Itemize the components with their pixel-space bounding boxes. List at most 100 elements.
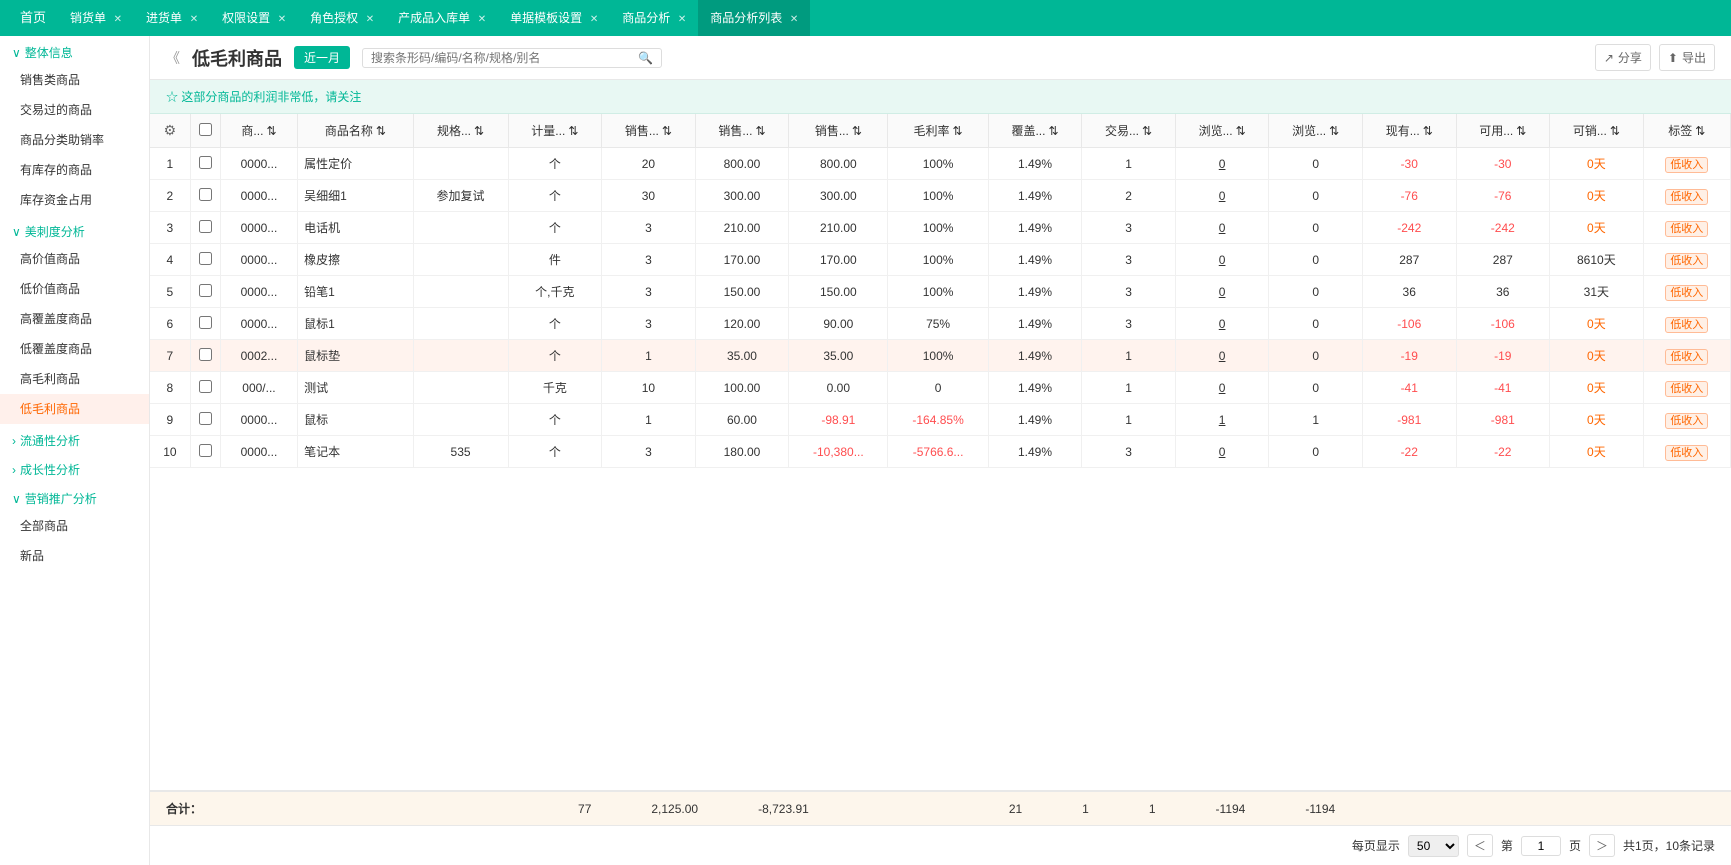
sidebar-collapse-button[interactable]: 《 <box>166 48 180 68</box>
sidebar-item-sales-products[interactable]: 销售类商品 <box>0 65 149 95</box>
col-settings-icon[interactable]: ⚙ <box>164 122 177 138</box>
row-checkbox-9[interactable] <box>199 444 212 457</box>
nav-sales[interactable]: 销货单 ✕ <box>58 0 134 36</box>
cell-view1[interactable]: 0 <box>1175 436 1269 468</box>
search-input[interactable] <box>371 51 638 65</box>
sidebar-item-low-margin[interactable]: 低毛利商品 <box>0 394 149 424</box>
col-code[interactable]: 商...⇅ <box>220 114 297 148</box>
col-tag[interactable]: 标签⇅ <box>1643 114 1730 148</box>
sidebar-item-high-coverage[interactable]: 高覆盖度商品 <box>0 304 149 334</box>
cell-checkbox[interactable] <box>190 212 220 244</box>
nav-permission[interactable]: 权限设置 ✕ <box>210 0 298 36</box>
nav-role[interactable]: 角色授权 ✕ <box>298 0 386 36</box>
nav-close-product-analysis[interactable]: ✕ <box>678 14 686 25</box>
filter-recent-month-button[interactable]: 近一月 <box>294 46 350 69</box>
col-spec[interactable]: 规格...⇅ <box>413 114 508 148</box>
export-button[interactable]: ⬆ 导出 <box>1659 44 1715 71</box>
cell-view1[interactable]: 0 <box>1175 276 1269 308</box>
view1-link[interactable]: 0 <box>1219 381 1226 395</box>
cell-view1[interactable]: 0 <box>1175 372 1269 404</box>
sidebar-group-beauty[interactable]: ∨ 美刺度分析 <box>0 215 149 244</box>
col-unit[interactable]: 计量...⇅ <box>508 114 602 148</box>
view1-link[interactable]: 0 <box>1219 349 1226 363</box>
col-saleable[interactable]: 可销...⇅ <box>1550 114 1644 148</box>
view1-link[interactable]: 0 <box>1219 317 1226 331</box>
row-checkbox-4[interactable] <box>199 284 212 297</box>
share-button[interactable]: ↗ 分享 <box>1595 44 1651 71</box>
cell-view1[interactable]: 0 <box>1175 340 1269 372</box>
col-available[interactable]: 可用...⇅ <box>1456 114 1550 148</box>
sidebar-item-category-rate[interactable]: 商品分类助销率 <box>0 125 149 155</box>
sidebar-group-marketing[interactable]: ∨ 营销推广分析 <box>0 482 149 511</box>
row-checkbox-6[interactable] <box>199 348 212 361</box>
sidebar-item-traded-products[interactable]: 交易过的商品 <box>0 95 149 125</box>
cell-name[interactable]: 笔记本 <box>298 436 413 468</box>
col-current-stock[interactable]: 现有...⇅ <box>1362 114 1456 148</box>
col-gross-rate[interactable]: 毛利率⇅ <box>888 114 988 148</box>
nav-close-permission[interactable]: ✕ <box>278 14 286 25</box>
nav-close-product-analysis-list[interactable]: ✕ <box>790 14 798 25</box>
cell-checkbox[interactable] <box>190 404 220 436</box>
col-checkbox-all[interactable] <box>190 114 220 148</box>
cell-name[interactable]: 属性定价 <box>298 148 413 180</box>
col-transaction[interactable]: 交易...⇅ <box>1082 114 1176 148</box>
nav-purchase[interactable]: 进货单 ✕ <box>134 0 210 36</box>
view1-link[interactable]: 0 <box>1219 189 1226 203</box>
nav-template[interactable]: 单据模板设置 ✕ <box>498 0 610 36</box>
cell-view1[interactable]: 0 <box>1175 148 1269 180</box>
view1-link[interactable]: 0 <box>1219 445 1226 459</box>
per-page-select[interactable]: 50 100 200 <box>1408 835 1459 857</box>
next-page-button[interactable]: ＞ <box>1589 834 1615 857</box>
row-checkbox-3[interactable] <box>199 252 212 265</box>
cell-name[interactable]: 吴细细1 <box>298 180 413 212</box>
view1-link[interactable]: 0 <box>1219 285 1226 299</box>
sidebar-item-high-margin[interactable]: 高毛利商品 <box>0 364 149 394</box>
row-checkbox-8[interactable] <box>199 412 212 425</box>
cell-checkbox[interactable] <box>190 148 220 180</box>
row-checkbox-5[interactable] <box>199 316 212 329</box>
row-checkbox-7[interactable] <box>199 380 212 393</box>
col-sales-qty[interactable]: 销售...⇅ <box>602 114 696 148</box>
sidebar-item-stock-capital[interactable]: 库存资金占用 <box>0 185 149 215</box>
nav-close-sales[interactable]: ✕ <box>114 14 122 25</box>
col-view2[interactable]: 浏览...⇅ <box>1269 114 1363 148</box>
nav-product-analysis-list[interactable]: 商品分析列表 ✕ <box>698 0 810 36</box>
sidebar-group-growth[interactable]: › 成长性分析 <box>0 453 149 482</box>
nav-close-product-entry[interactable]: ✕ <box>478 14 486 25</box>
col-coverage[interactable]: 覆盖...⇅ <box>988 114 1082 148</box>
sidebar-item-low-coverage[interactable]: 低覆盖度商品 <box>0 334 149 364</box>
prev-page-button[interactable]: ＜ <box>1467 834 1493 857</box>
row-checkbox-2[interactable] <box>199 220 212 233</box>
cell-checkbox[interactable] <box>190 436 220 468</box>
col-view1[interactable]: 浏览...⇅ <box>1175 114 1269 148</box>
nav-product-analysis[interactable]: 商品分析 ✕ <box>610 0 698 36</box>
search-icon[interactable]: 🔍 <box>638 51 653 65</box>
cell-name[interactable]: 铅笔1 <box>298 276 413 308</box>
cell-name[interactable]: 橡皮擦 <box>298 244 413 276</box>
view1-link[interactable]: 1 <box>1219 413 1226 427</box>
cell-checkbox[interactable] <box>190 180 220 212</box>
cell-name[interactable]: 鼠标 <box>298 404 413 436</box>
cell-name[interactable]: 鼠标1 <box>298 308 413 340</box>
cell-view1[interactable]: 0 <box>1175 212 1269 244</box>
cell-checkbox[interactable] <box>190 244 220 276</box>
cell-name[interactable]: 测试 <box>298 372 413 404</box>
col-settings[interactable]: ⚙ <box>150 114 190 148</box>
cell-view1[interactable]: 1 <box>1175 404 1269 436</box>
col-sales-price[interactable]: 销售...⇅ <box>695 114 789 148</box>
cell-checkbox[interactable] <box>190 276 220 308</box>
view1-link[interactable]: 0 <box>1219 253 1226 267</box>
sidebar-item-new-products[interactable]: 新品 <box>0 541 149 571</box>
row-checkbox-0[interactable] <box>199 156 212 169</box>
cell-view1[interactable]: 0 <box>1175 180 1269 212</box>
cell-name[interactable]: 电话机 <box>298 212 413 244</box>
sidebar-group-circulation[interactable]: › 流通性分析 <box>0 424 149 453</box>
sidebar-item-in-stock[interactable]: 有库存的商品 <box>0 155 149 185</box>
cell-checkbox[interactable] <box>190 340 220 372</box>
sidebar-group-overall[interactable]: ∨ 整体信息 <box>0 36 149 65</box>
view1-link[interactable]: 0 <box>1219 157 1226 171</box>
row-checkbox-1[interactable] <box>199 188 212 201</box>
nav-close-template[interactable]: ✕ <box>590 14 598 25</box>
select-all-checkbox[interactable] <box>199 123 212 136</box>
cell-view1[interactable]: 0 <box>1175 244 1269 276</box>
